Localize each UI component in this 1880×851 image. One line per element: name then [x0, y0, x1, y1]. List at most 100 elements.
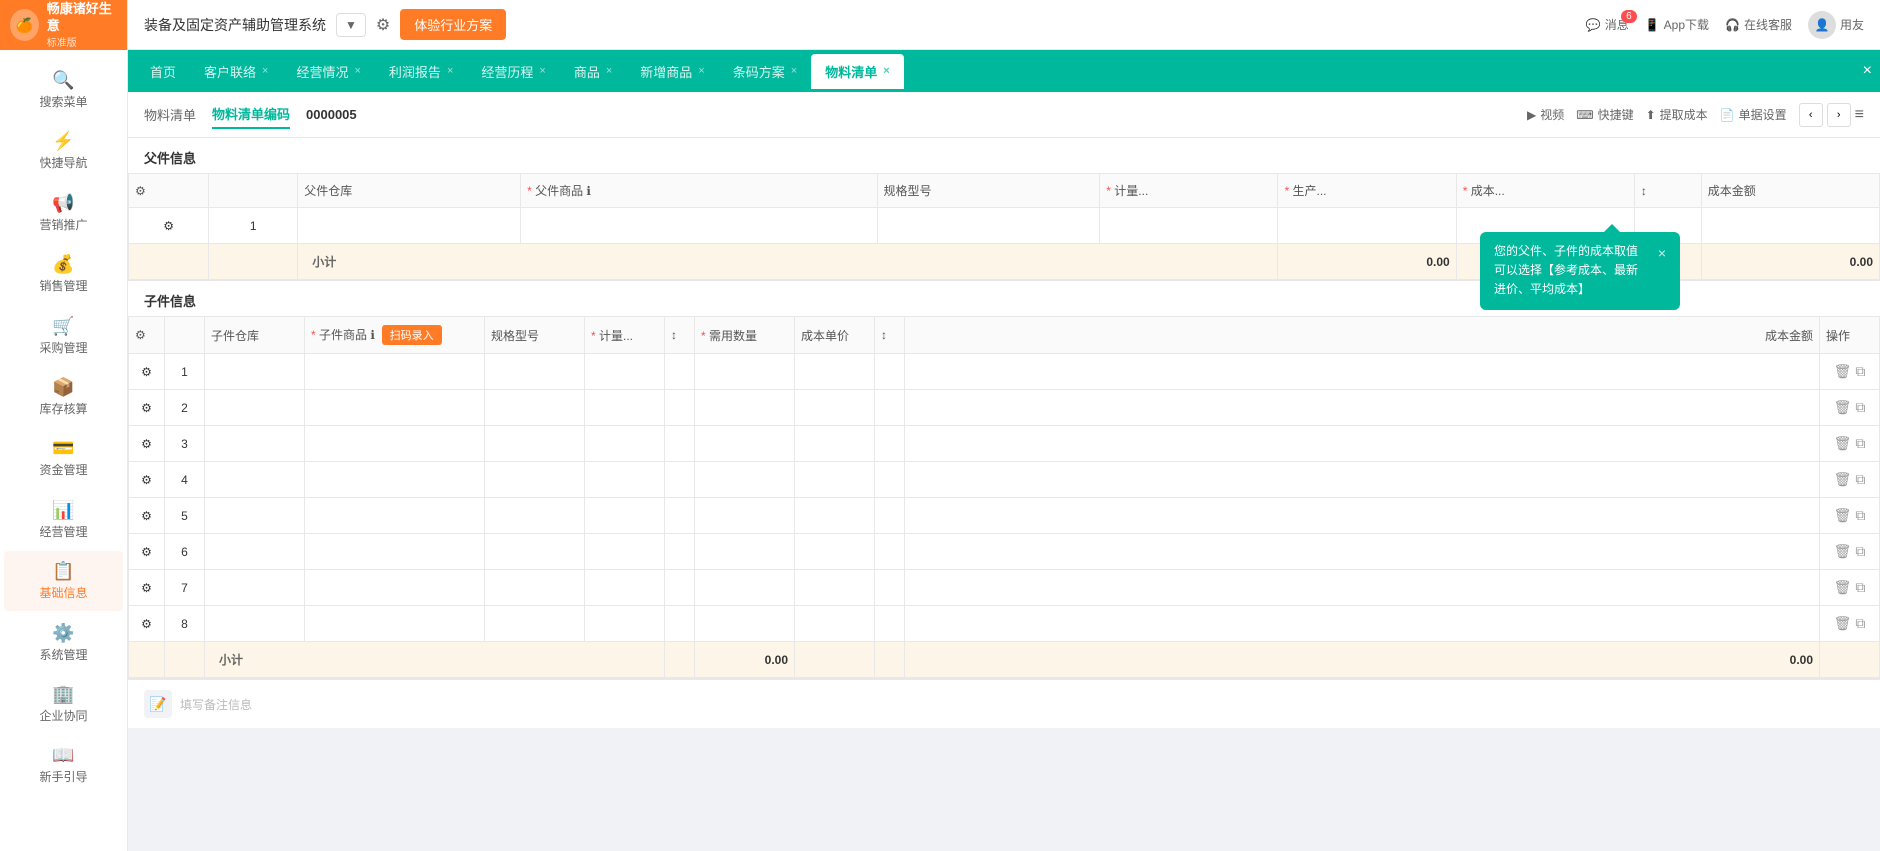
user-action[interactable]: 👤 用友: [1808, 11, 1864, 39]
child-row-gear[interactable]: ⚙: [129, 534, 165, 570]
child-row-gear[interactable]: ⚙: [129, 570, 165, 606]
child-row-sort[interactable]: [665, 426, 695, 462]
child-row-product[interactable]: [305, 570, 485, 606]
tooltip-close-button[interactable]: ×: [1658, 242, 1666, 264]
sidebar-item-operations[interactable]: 📊 经营管理: [4, 490, 123, 549]
sidebar-item-purchase[interactable]: 🛒 采购管理: [4, 306, 123, 365]
child-row-product[interactable]: [305, 426, 485, 462]
online-service-action[interactable]: 🎧 在线客服: [1725, 16, 1792, 33]
parent-row-spec[interactable]: [877, 208, 1100, 244]
sidebar-item-basic-info[interactable]: 📋 基础信息: [4, 551, 123, 610]
close-tab-icon[interactable]: ×: [1863, 62, 1872, 80]
child-row-cost-unit[interactable]: [795, 462, 875, 498]
sidebar-item-system[interactable]: ⚙️ 系统管理: [4, 613, 123, 672]
page-tab-edit[interactable]: 物料清单编码: [212, 100, 290, 129]
tab-close-profit-report[interactable]: ×: [447, 65, 453, 77]
tab-close-operations-history[interactable]: ×: [539, 65, 545, 77]
child-row-gear[interactable]: ⚙: [129, 462, 165, 498]
child-row-spec[interactable]: [485, 462, 585, 498]
scan-btn[interactable]: 扫码录入: [382, 325, 442, 345]
tab-products[interactable]: 商品 ×: [560, 54, 626, 89]
copy-icon[interactable]: ⧉: [1855, 363, 1865, 380]
child-row-cost-unit[interactable]: [795, 498, 875, 534]
extract-cost-btn[interactable]: ⬆ 提取成本: [1646, 106, 1708, 123]
delete-icon[interactable]: 🗑: [1834, 471, 1852, 488]
trial-button[interactable]: 体验行业方案: [400, 9, 506, 40]
child-row-gear[interactable]: ⚙: [129, 390, 165, 426]
system-dropdown[interactable]: ▼: [336, 13, 366, 37]
child-row-unit[interactable]: [585, 498, 665, 534]
parent-row-warehouse[interactable]: [298, 208, 521, 244]
child-row-spec[interactable]: [485, 498, 585, 534]
child-row-product[interactable]: [305, 606, 485, 642]
note-placeholder[interactable]: 填写备注信息: [180, 696, 252, 713]
tab-close-products[interactable]: ×: [606, 65, 612, 77]
child-row-sort2[interactable]: [875, 462, 905, 498]
nav-next-btn[interactable]: ›: [1827, 103, 1851, 127]
child-row-sort[interactable]: [665, 570, 695, 606]
child-row-product[interactable]: [305, 462, 485, 498]
child-row-qty[interactable]: [695, 426, 795, 462]
copy-icon[interactable]: ⧉: [1855, 435, 1865, 452]
copy-icon[interactable]: ⧉: [1855, 579, 1865, 596]
tab-customer[interactable]: 客户联络 ×: [190, 54, 282, 89]
child-row-sort2[interactable]: [875, 570, 905, 606]
copy-icon[interactable]: ⧉: [1855, 471, 1865, 488]
child-row-warehouse[interactable]: [205, 390, 305, 426]
delete-icon[interactable]: 🗑: [1834, 363, 1852, 380]
child-row-gear[interactable]: ⚙: [129, 498, 165, 534]
child-row-sort[interactable]: [665, 354, 695, 390]
child-row-sort2[interactable]: [875, 534, 905, 570]
delete-icon[interactable]: 🗑: [1834, 579, 1852, 596]
tab-close-bom[interactable]: ×: [883, 65, 889, 77]
child-row-cost-unit[interactable]: [795, 426, 875, 462]
copy-icon[interactable]: ⧉: [1855, 399, 1865, 416]
child-row-unit[interactable]: [585, 462, 665, 498]
app-download-action[interactable]: 📱 App下载: [1645, 16, 1709, 33]
delete-icon[interactable]: 🗑: [1834, 615, 1852, 632]
child-row-qty[interactable]: [695, 498, 795, 534]
child-row-product[interactable]: [305, 354, 485, 390]
tab-close-new-product[interactable]: ×: [698, 65, 704, 77]
sidebar-item-quick-nav[interactable]: ⚡ 快捷导航: [4, 121, 123, 180]
tab-home[interactable]: 首页: [136, 54, 190, 89]
tab-new-product[interactable]: 新增商品 ×: [626, 54, 718, 89]
tab-operations-status[interactable]: 经营情况 ×: [282, 54, 374, 89]
child-row-warehouse[interactable]: [205, 462, 305, 498]
copy-icon[interactable]: ⧉: [1855, 543, 1865, 560]
tab-barcode[interactable]: 条码方案 ×: [719, 54, 811, 89]
parent-row-product[interactable]: [521, 208, 877, 244]
child-row-gear[interactable]: ⚙: [129, 606, 165, 642]
tab-bom[interactable]: 物料清单 ×: [811, 54, 903, 89]
delete-icon[interactable]: 🗑: [1834, 435, 1852, 452]
child-row-unit[interactable]: [585, 426, 665, 462]
child-row-cost-unit[interactable]: [795, 606, 875, 642]
list-view-icon[interactable]: ≡: [1855, 106, 1864, 124]
child-row-qty[interactable]: [695, 570, 795, 606]
child-row-cost-unit[interactable]: [795, 534, 875, 570]
child-row-gear[interactable]: ⚙: [129, 354, 165, 390]
note-icon[interactable]: 📝: [144, 690, 172, 718]
tab-close-operations-status[interactable]: ×: [354, 65, 360, 77]
sidebar-item-inventory[interactable]: 📦 库存核算: [4, 367, 123, 426]
child-row-product[interactable]: [305, 498, 485, 534]
sidebar-item-search[interactable]: 🔍 搜索菜单: [4, 60, 123, 119]
child-row-sort2[interactable]: [875, 498, 905, 534]
child-row-warehouse[interactable]: [205, 570, 305, 606]
child-row-warehouse[interactable]: [205, 606, 305, 642]
child-row-sort[interactable]: [665, 606, 695, 642]
child-row-spec[interactable]: [485, 534, 585, 570]
page-tab-list[interactable]: 物料清单: [144, 101, 196, 128]
parent-row-unit[interactable]: [1100, 208, 1278, 244]
delete-icon[interactable]: 🗑: [1834, 543, 1852, 560]
message-action[interactable]: 💬 消息 6: [1586, 16, 1629, 33]
child-row-sort2[interactable]: [875, 390, 905, 426]
sidebar-item-guide[interactable]: 📖 新手引导: [4, 735, 123, 794]
child-row-spec[interactable]: [485, 390, 585, 426]
child-row-qty[interactable]: [695, 606, 795, 642]
nav-prev-btn[interactable]: ‹: [1799, 103, 1823, 127]
child-row-spec[interactable]: [485, 354, 585, 390]
parent-row-gear[interactable]: ⚙: [129, 208, 209, 244]
shortcut-btn[interactable]: ⌨ 快捷键: [1576, 106, 1633, 123]
child-row-qty[interactable]: [695, 390, 795, 426]
